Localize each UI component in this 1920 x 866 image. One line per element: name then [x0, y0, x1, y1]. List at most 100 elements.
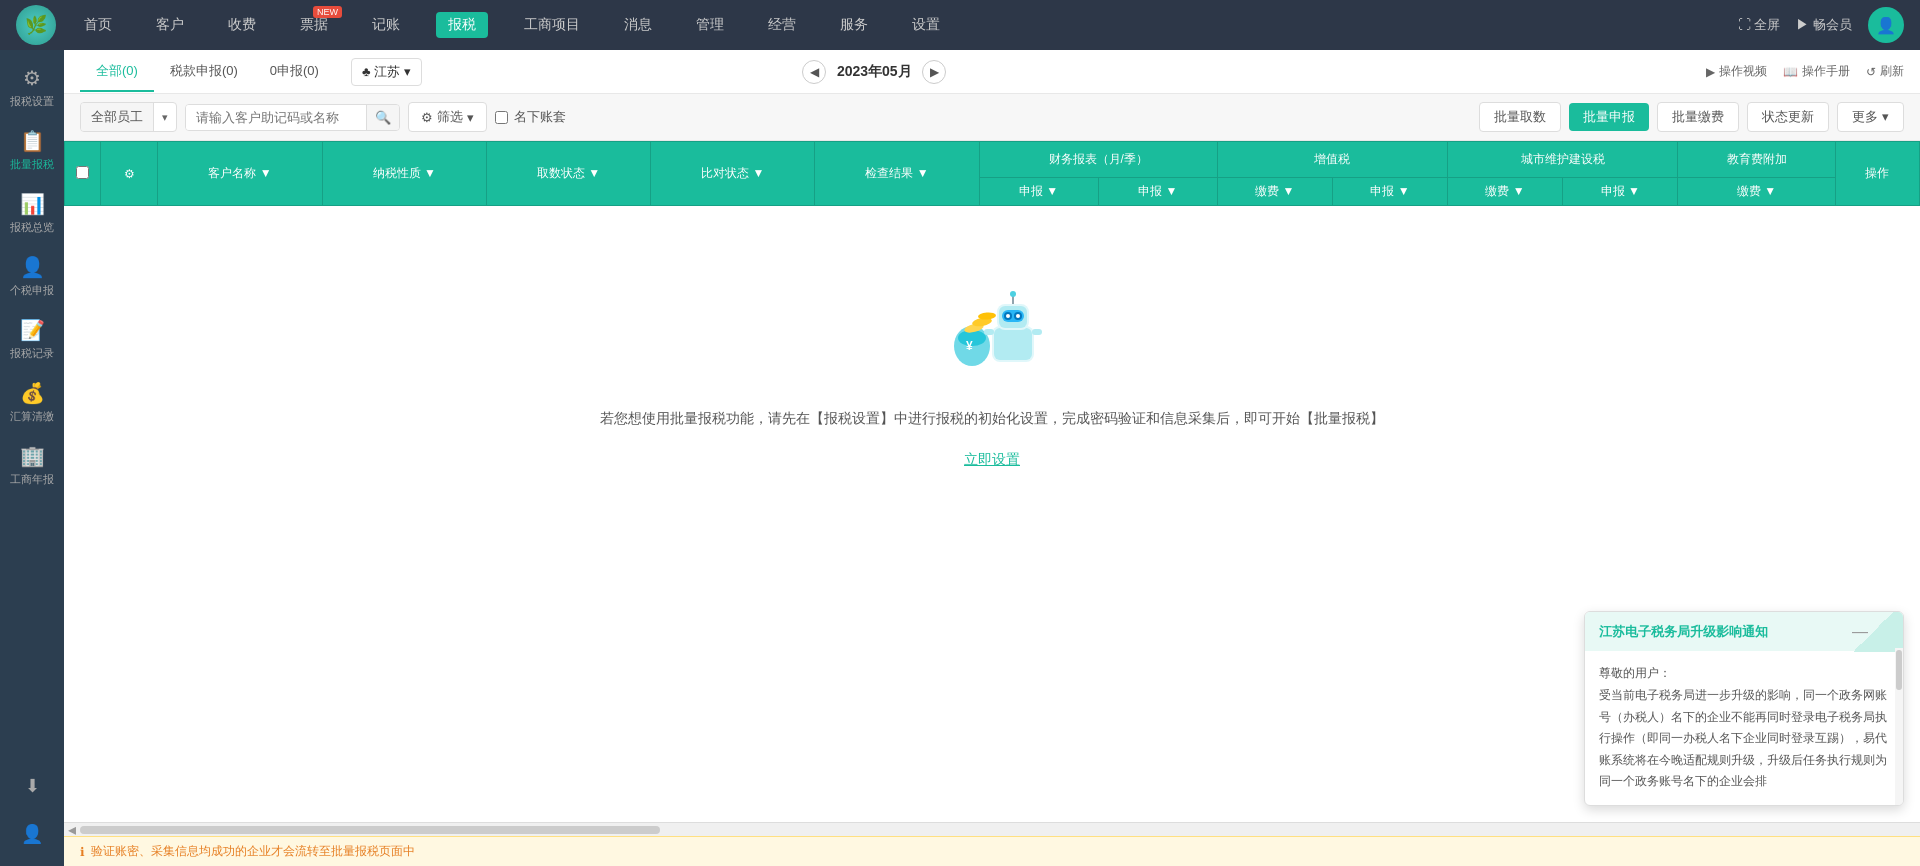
notification-content: 受当前电子税务局进一步升级的影响，同一个政务网账号（办税人）名下的企业不能再同时… [1599, 685, 1889, 793]
th-vat-declare[interactable]: 申报 ▼ [1098, 178, 1217, 206]
th-compare-status[interactable]: 比对状态 ▼ [651, 142, 815, 206]
search-input[interactable] [186, 105, 366, 130]
nav-item-service[interactable]: 服务 [832, 12, 876, 38]
top-navigation: 🌿 首页 客户 收费 票据 NEW 记账 报税 工商项目 消息 管理 经营 服务… [0, 0, 1920, 50]
sidebar: ⚙ 报税设置 📋 批量报税 📊 报税总览 👤 个税申报 📝 报税记录 💰 汇算清… [0, 50, 64, 866]
th-edu-declare[interactable]: 申报 ▼ [1563, 178, 1678, 206]
th-operation: 操作 [1835, 142, 1919, 206]
nav-items: 首页 客户 收费 票据 NEW 记账 报税 工商项目 消息 管理 经营 服务 设… [76, 12, 1738, 38]
sidebar-item-tax-overview[interactable]: 📊 报税总览 [4, 184, 60, 243]
sidebar-download-btn[interactable]: ⬇ [12, 766, 52, 806]
nav-item-accounting[interactable]: 记账 [364, 12, 408, 38]
refresh-icon: ↺ [1866, 65, 1876, 79]
sidebar-label-tax-record: 报税记录 [10, 346, 54, 361]
th-vat: 增值税 [1217, 142, 1447, 178]
sidebar-item-annual-report[interactable]: 🏢 工商年报 [4, 436, 60, 495]
employee-select-arrow[interactable]: ▾ [154, 106, 176, 129]
nav-item-manage[interactable]: 管理 [688, 12, 732, 38]
month-navigation: ◀ 2023年05月 ▶ [802, 60, 946, 84]
setup-link[interactable]: 立即设置 [964, 451, 1020, 469]
th-city-pay[interactable]: 缴费 ▼ [1448, 178, 1563, 206]
notification-panel: 江苏电子税务局升级影响通知 — ✕ 尊敬的用户： 受当前电子税务局进一步升级的影… [1584, 611, 1904, 806]
nav-item-fee[interactable]: 收费 [220, 12, 264, 38]
batch-fetch-btn[interactable]: 批量取数 [1479, 102, 1561, 132]
sidebar-label-tax-settings: 报税设置 [10, 94, 54, 109]
nav-item-invoice[interactable]: 票据 NEW [292, 12, 336, 38]
sidebar-item-tax-settings[interactable]: ⚙ 报税设置 [4, 58, 60, 117]
filter-label: 筛选 [437, 108, 463, 126]
month-prev-btn[interactable]: ◀ [802, 60, 826, 84]
tab-tax-declare[interactable]: 税款申报(0) [154, 52, 254, 92]
search-btn[interactable]: 🔍 [366, 105, 399, 130]
select-all-checkbox[interactable] [76, 166, 89, 179]
batch-pay-btn[interactable]: 批量缴费 [1657, 102, 1739, 132]
th-customer-name[interactable]: 客户名称 ▼ [158, 142, 322, 206]
sidebar-user-btn[interactable]: 👤 [12, 814, 52, 854]
batch-declare-btn[interactable]: 批量申报 [1569, 103, 1649, 131]
nav-item-operation[interactable]: 经营 [760, 12, 804, 38]
th-fetch-status[interactable]: 取数状态 ▼ [486, 142, 650, 206]
svg-rect-7 [994, 328, 1032, 360]
sidebar-label-batch-tax: 批量报税 [10, 157, 54, 172]
annual-report-icon: 🏢 [20, 444, 45, 468]
operation-video-btn[interactable]: ▶ 操作视频 [1706, 63, 1767, 80]
horizontal-scrollbar[interactable]: ◂ [64, 822, 1920, 836]
th-edu-pay[interactable]: 缴费 ▼ [1678, 178, 1836, 206]
notice-icon: ℹ [80, 845, 85, 859]
filter-icon: ⚙ [421, 110, 433, 125]
month-next-btn[interactable]: ▶ [922, 60, 946, 84]
operation-manual-btn[interactable]: 📖 操作手册 [1783, 63, 1850, 80]
tabs-left: 全部(0) 税款申报(0) 0申报(0) ♣ 江苏 ▾ [80, 52, 422, 92]
sub-account-checkbox[interactable] [495, 111, 508, 124]
fullscreen-btn[interactable]: ⛶ 全屏 [1738, 16, 1781, 34]
svg-point-16 [1010, 291, 1016, 297]
bottom-notice: ℹ 验证账密、采集信息均成功的企业才会流转至批量报税页面中 [64, 836, 1920, 866]
nav-item-tax[interactable]: 报税 [436, 12, 488, 38]
vip-btn[interactable]: ▶ 畅会员 [1796, 16, 1852, 34]
employee-select-label: 全部员工 [81, 103, 154, 131]
notification-close-btn[interactable]: ✕ [1876, 622, 1889, 641]
province-selector[interactable]: ♣ 江苏 ▾ [351, 58, 423, 86]
province-label: 江苏 [374, 63, 400, 81]
th-city-declare[interactable]: 申报 ▼ [1332, 178, 1447, 206]
user-avatar[interactable]: 👤 [1868, 7, 1904, 43]
notification-header: 江苏电子税务局升级影响通知 — ✕ [1585, 612, 1903, 651]
manual-icon: 📖 [1783, 65, 1798, 79]
app-logo[interactable]: 🌿 [16, 5, 56, 45]
data-table: ⚙ 客户名称 ▼ 纳税性质 ▼ 取数状态 ▼ 比对状态 ▼ 检查结果 ▼ 财务报… [64, 141, 1920, 529]
sidebar-item-settlement[interactable]: 💰 汇算清缴 [4, 373, 60, 432]
settlement-icon: 💰 [20, 381, 45, 405]
nav-item-business[interactable]: 工商项目 [516, 12, 588, 38]
th-tax-nature[interactable]: 纳税性质 ▼ [322, 142, 486, 206]
new-badge: NEW [313, 6, 342, 18]
notification-title: 江苏电子税务局升级影响通知 [1599, 623, 1768, 641]
nav-item-home[interactable]: 首页 [76, 12, 120, 38]
province-icon: ♣ [362, 64, 371, 79]
svg-point-13 [1006, 314, 1010, 318]
th-checkbox[interactable] [65, 142, 101, 206]
sidebar-item-tax-record[interactable]: 📝 报税记录 [4, 310, 60, 369]
th-vat-pay[interactable]: 缴费 ▼ [1217, 178, 1332, 206]
checkbox-label[interactable]: 名下账套 [495, 108, 566, 126]
nav-item-message[interactable]: 消息 [616, 12, 660, 38]
notification-scrollbar[interactable] [1895, 648, 1903, 805]
more-btn[interactable]: 更多 ▾ [1837, 102, 1904, 132]
th-check-result[interactable]: 检查结果 ▼ [815, 142, 979, 206]
sidebar-item-batch-tax[interactable]: 📋 批量报税 [4, 121, 60, 180]
nav-item-settings[interactable]: 设置 [904, 12, 948, 38]
empty-state: ¥ [65, 206, 1920, 529]
tab-all[interactable]: 全部(0) [80, 52, 154, 92]
sidebar-item-personal-tax[interactable]: 👤 个税申报 [4, 247, 60, 306]
checkbox-text: 名下账套 [514, 108, 566, 126]
scrollbar-thumb[interactable] [80, 826, 660, 834]
notification-minimize-btn[interactable]: — [1852, 623, 1868, 641]
employee-select[interactable]: 全部员工 ▾ [80, 102, 177, 132]
th-financial-declare[interactable]: 申报 ▼ [979, 178, 1098, 206]
nav-item-customer[interactable]: 客户 [148, 12, 192, 38]
th-city-construction-tax: 城市维护建设税 [1448, 142, 1678, 178]
filter-btn[interactable]: ⚙ 筛选 ▾ [408, 102, 487, 132]
refresh-btn[interactable]: ↺ 刷新 [1866, 63, 1904, 80]
notification-scrollbar-thumb [1896, 650, 1902, 690]
tab-zero-declare[interactable]: 0申报(0) [254, 52, 335, 92]
status-update-btn[interactable]: 状态更新 [1747, 102, 1829, 132]
